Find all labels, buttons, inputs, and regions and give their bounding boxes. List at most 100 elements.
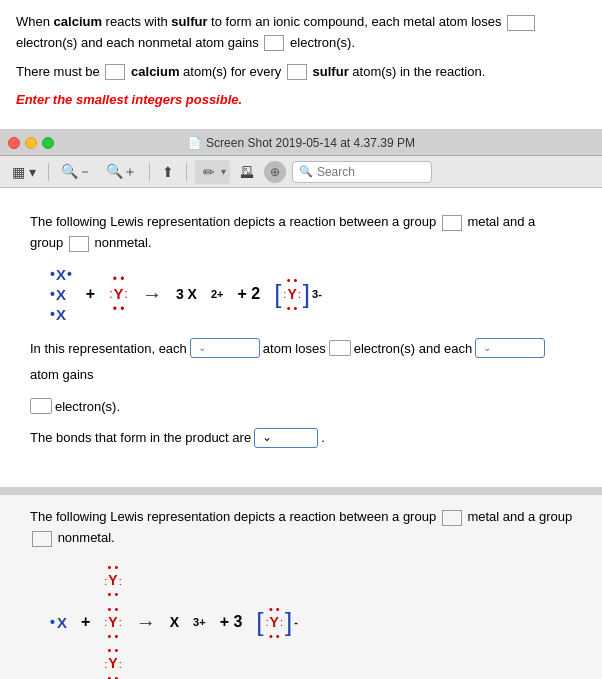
pencil-group: ✏ ▾: [195, 160, 230, 184]
section1-bonds-dropdown[interactable]: ⌄: [254, 428, 318, 448]
maximize-button[interactable]: [42, 137, 54, 149]
sulfur-label: sulfur: [171, 14, 207, 29]
dot-ion2-right: :: [280, 616, 283, 628]
plus1: +: [86, 285, 95, 303]
x-atom-2: • X: [50, 286, 66, 303]
dot-y3-bot: • •: [108, 672, 119, 679]
stamp-button[interactable]: 🗳: [236, 162, 258, 182]
line2: There must be calcium atom(s) for every …: [16, 62, 586, 83]
divider2: [149, 163, 150, 181]
section2-text-mid: metal and a group: [467, 509, 572, 524]
bracket-right-1: ]: [303, 279, 310, 310]
y-ion-symbol: Y: [287, 287, 296, 302]
x-atom-3: • X: [50, 306, 66, 323]
reaction-arrow: →: [142, 283, 162, 306]
metal-loses-input[interactable]: [507, 15, 535, 31]
section2: The following Lewis representation depic…: [0, 495, 602, 679]
upload-button[interactable]: ⬆: [158, 162, 178, 182]
dot-y1-bot: • •: [108, 588, 119, 600]
section2-description: The following Lewis representation depic…: [30, 507, 588, 549]
section1-dropdown1[interactable]: ⌄: [190, 338, 260, 358]
pencil-button[interactable]: ✏: [199, 162, 219, 182]
traffic-lights: [8, 137, 54, 149]
section1: The following Lewis representation depic…: [16, 200, 586, 471]
dot-y1-right: :: [119, 575, 122, 587]
product-exp-sec2: 3+: [193, 616, 206, 628]
y3-symbol: Y: [108, 656, 117, 671]
dot-x2-left: •: [50, 286, 55, 302]
section1-dropdown2[interactable]: ⌄: [475, 338, 545, 358]
q2-label: The bonds that form in the product are: [30, 426, 251, 449]
section1-text-pre: The following Lewis representation depic…: [30, 214, 436, 229]
section2-group-metal-input[interactable]: [442, 510, 462, 526]
bracket-charge-1: 3-: [312, 288, 322, 300]
pencil-chevron: ▾: [221, 166, 226, 177]
section1-q1: In this representation, each ⌄ atom lose…: [30, 337, 572, 387]
minimize-button[interactable]: [25, 137, 37, 149]
y-atom-group: • • : Y : • •: [109, 273, 128, 316]
dot-x1-right: •: [67, 266, 72, 282]
x-atom-1: • X •: [50, 266, 72, 283]
section1-bonds-row: The bonds that form in the product are ⌄…: [30, 426, 572, 449]
sidebar-toggle-button[interactable]: ▦ ▾: [8, 162, 40, 182]
q1-end: atom gains: [30, 363, 94, 386]
y-symbol: Y: [114, 286, 124, 303]
chevron-down-icon-1: ⌄: [198, 339, 206, 357]
q1-pre: In this representation, each: [30, 337, 187, 360]
x-symbol-sec2: X: [57, 614, 67, 631]
dot-ion2-left: :: [266, 616, 269, 628]
section1-gains-input[interactable]: [30, 398, 52, 414]
zoom-out-button[interactable]: 🔍－: [57, 161, 96, 183]
calcium-count-input[interactable]: [105, 64, 125, 80]
close-button[interactable]: [8, 137, 20, 149]
dot-y1-left: :: [104, 575, 107, 587]
y1-sec2: • • : Y : • •: [104, 561, 121, 601]
dot-ion-left: :: [283, 288, 286, 300]
bracket-ion-2: [ • • : Y : • • ] -: [256, 603, 298, 643]
nonmetal-gains-input[interactable]: [264, 35, 284, 51]
title-text: Screen Shot 2019-05-14 at 4.37.39 PM: [206, 136, 415, 150]
circle-button[interactable]: ⊕: [264, 161, 286, 183]
dot-ion2-top: • •: [269, 603, 280, 615]
search-icon: 🔍: [299, 165, 313, 178]
plus2: + 2: [237, 285, 260, 303]
y1-symbol: Y: [108, 573, 117, 588]
calcium-label: calcium: [54, 14, 102, 29]
x-symbol-3: X: [56, 306, 66, 323]
bracket-left-1: [: [274, 279, 281, 310]
y-ion-content: • • : Y : • •: [283, 274, 300, 314]
section1-text-end: nonmetal.: [95, 235, 152, 250]
section1-group-nonmetal-input[interactable]: [69, 236, 89, 252]
y3-mid: : Y :: [104, 656, 121, 671]
dot-y-left1: :: [109, 288, 112, 301]
dot-y3-right: :: [119, 658, 122, 670]
section2-group-nonmetal-input[interactable]: [32, 531, 52, 547]
zoom-in-button[interactable]: 🔍＋: [102, 161, 141, 183]
section2-text-end: nonmetal.: [58, 530, 115, 545]
y3-sec2: • • : Y : • •: [104, 644, 121, 679]
section1-group-metal-input[interactable]: [442, 215, 462, 231]
y-ion2-middle: : Y :: [266, 615, 283, 630]
dot-x1-top: •: [50, 266, 55, 282]
dot-y2-top: • •: [108, 603, 119, 615]
plus2-sec2: + 3: [220, 613, 243, 631]
dot-x3-left: •: [50, 306, 55, 322]
q1-mid: atom loses: [263, 337, 326, 360]
section2-text-pre: The following Lewis representation depic…: [30, 509, 436, 524]
section1-gains-row: electron(s).: [30, 395, 572, 418]
toolbar: ▦ ▾ 🔍－ 🔍＋ ⬆ ✏ ▾ 🗳 ⊕ 🔍: [0, 156, 602, 188]
chevron-down-icon-2: ⌄: [483, 339, 491, 357]
period: .: [321, 426, 325, 449]
divider1: [48, 163, 49, 181]
sulfur-label2: sulfur: [313, 64, 349, 79]
product-exp1: 2+: [211, 288, 224, 300]
hint-text: Enter the smallest integers possible.: [16, 90, 586, 111]
sulfur-count-input[interactable]: [287, 64, 307, 80]
dot-y-bot: • •: [113, 303, 125, 316]
section1-loses-input[interactable]: [329, 340, 351, 356]
section-divider: [0, 487, 602, 495]
dot-ion2-bot: • •: [269, 630, 280, 642]
search-input[interactable]: [317, 165, 425, 179]
divider3: [186, 163, 187, 181]
line1: When calcium reacts with sulfur to form …: [16, 12, 586, 54]
